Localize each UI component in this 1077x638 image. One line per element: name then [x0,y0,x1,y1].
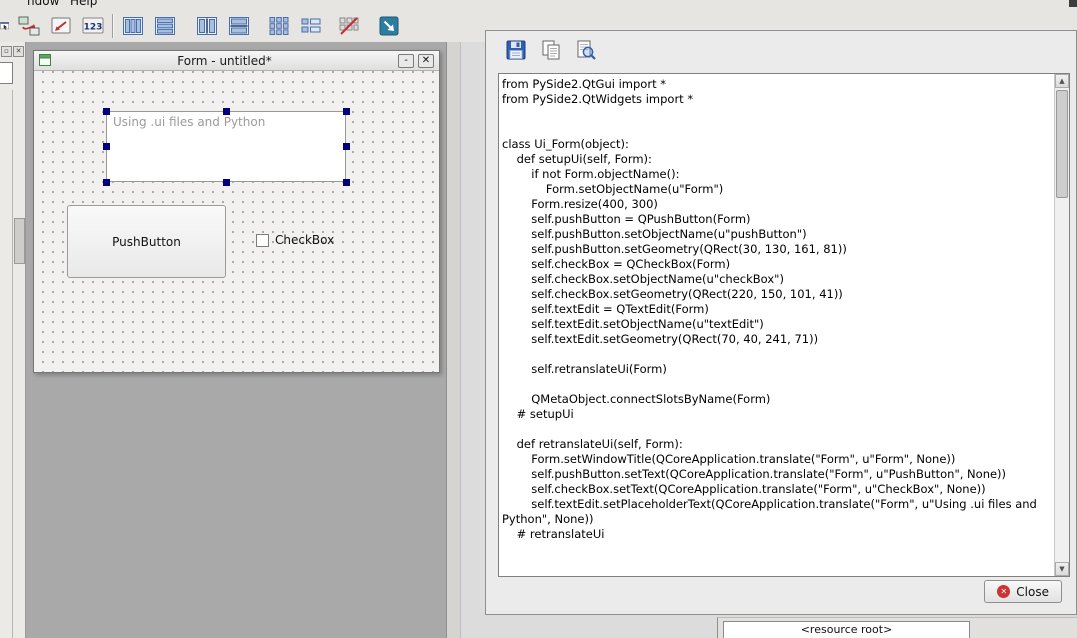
selection-handle[interactable] [223,108,230,115]
selection-handle[interactable] [223,179,230,186]
designer-screen: ndow Help 123 [0,0,1077,638]
toolbar-separator [112,14,114,38]
code-preview-dialog: from PySide2.QtGui import * from PySide2… [485,30,1077,615]
dock-close-icon[interactable]: ✕ [13,46,24,57]
dock-float-icon[interactable]: ▫ [1,46,12,57]
close-button[interactable]: ✕ [418,54,434,68]
find-icon[interactable] [574,38,598,62]
selection-handle[interactable] [103,179,110,186]
copy-icon[interactable] [539,38,563,62]
selection-handle[interactable] [343,179,350,186]
code-view[interactable]: from PySide2.QtGui import * from PySide2… [498,73,1070,577]
layout-horizontal-icon[interactable] [120,13,146,39]
close-x-icon: ✕ [997,585,1010,598]
mdi-scroll-strip[interactable] [446,42,461,638]
scroll-up-icon[interactable]: ▲ [1055,74,1069,88]
edit-signals-icon[interactable] [16,13,42,39]
close-button-label: Close [1016,585,1049,599]
menu-help[interactable]: Help [70,0,97,8]
layout-splitter-horizontal-icon[interactable] [194,13,220,39]
panel-divider [12,90,13,638]
minimize-button[interactable]: - [398,54,414,68]
scroll-down-icon[interactable]: ▼ [1055,562,1069,576]
tab-order-label: 123 [84,22,103,32]
layout-splitter-vertical-icon[interactable] [226,13,252,39]
save-icon[interactable] [504,38,528,62]
selection-handle[interactable] [343,108,350,115]
main-toolbar: 123 [0,9,470,42]
checkbox-widget[interactable]: CheckBox [256,233,334,247]
textedit-widget[interactable]: Using .ui files and Python [106,111,346,182]
form-titlebar[interactable]: Form - untitled* - ✕ [34,51,439,71]
edit-widgets-icon[interactable] [0,13,10,39]
widgetbox-panel: ▫ ✕ [0,42,26,638]
break-layout-icon[interactable] [336,13,362,39]
textedit-placeholder: Using .ui files and Python [113,115,265,129]
menubar: ndow Help [0,0,470,9]
window-corner-fragment [1069,0,1077,7]
filter-input[interactable] [0,62,13,84]
layout-vertical-icon[interactable] [152,13,178,39]
dialog-close-button[interactable]: ✕ Close [984,580,1062,603]
resource-panel: <resource root> [717,617,1077,638]
dialog-toolbar [504,38,598,62]
selection-handle[interactable] [103,108,110,115]
selection-handle[interactable] [343,143,350,150]
code-scrollbar[interactable]: ▲ ▼ [1054,74,1069,576]
code-text[interactable]: from PySide2.QtGui import * from PySide2… [499,74,1054,576]
adjust-size-icon[interactable] [376,13,402,39]
resource-root-item[interactable]: <resource root> [723,621,970,638]
layout-grid-icon[interactable] [266,13,292,39]
selection-handle[interactable] [103,143,110,150]
code-scrollbar-thumb[interactable] [1056,90,1068,198]
edit-buddies-icon[interactable] [48,13,74,39]
checkbox-indicator[interactable] [256,234,269,247]
menu-window[interactable]: ndow [27,0,59,8]
form-window-title: Form - untitled* [55,54,394,68]
checkbox-label: CheckBox [275,233,334,247]
form-editor-window: Form - untitled* - ✕ Using .ui files and… [33,50,440,373]
layout-form-icon[interactable] [298,13,324,39]
form-window-icon [39,51,51,70]
form-canvas[interactable]: Using .ui files and Python PushButton Ch… [34,71,439,372]
panel-scrollbar-thumb[interactable] [14,218,25,264]
tab-order-icon[interactable]: 123 [80,13,106,39]
pushbutton-widget[interactable]: PushButton [67,205,226,278]
